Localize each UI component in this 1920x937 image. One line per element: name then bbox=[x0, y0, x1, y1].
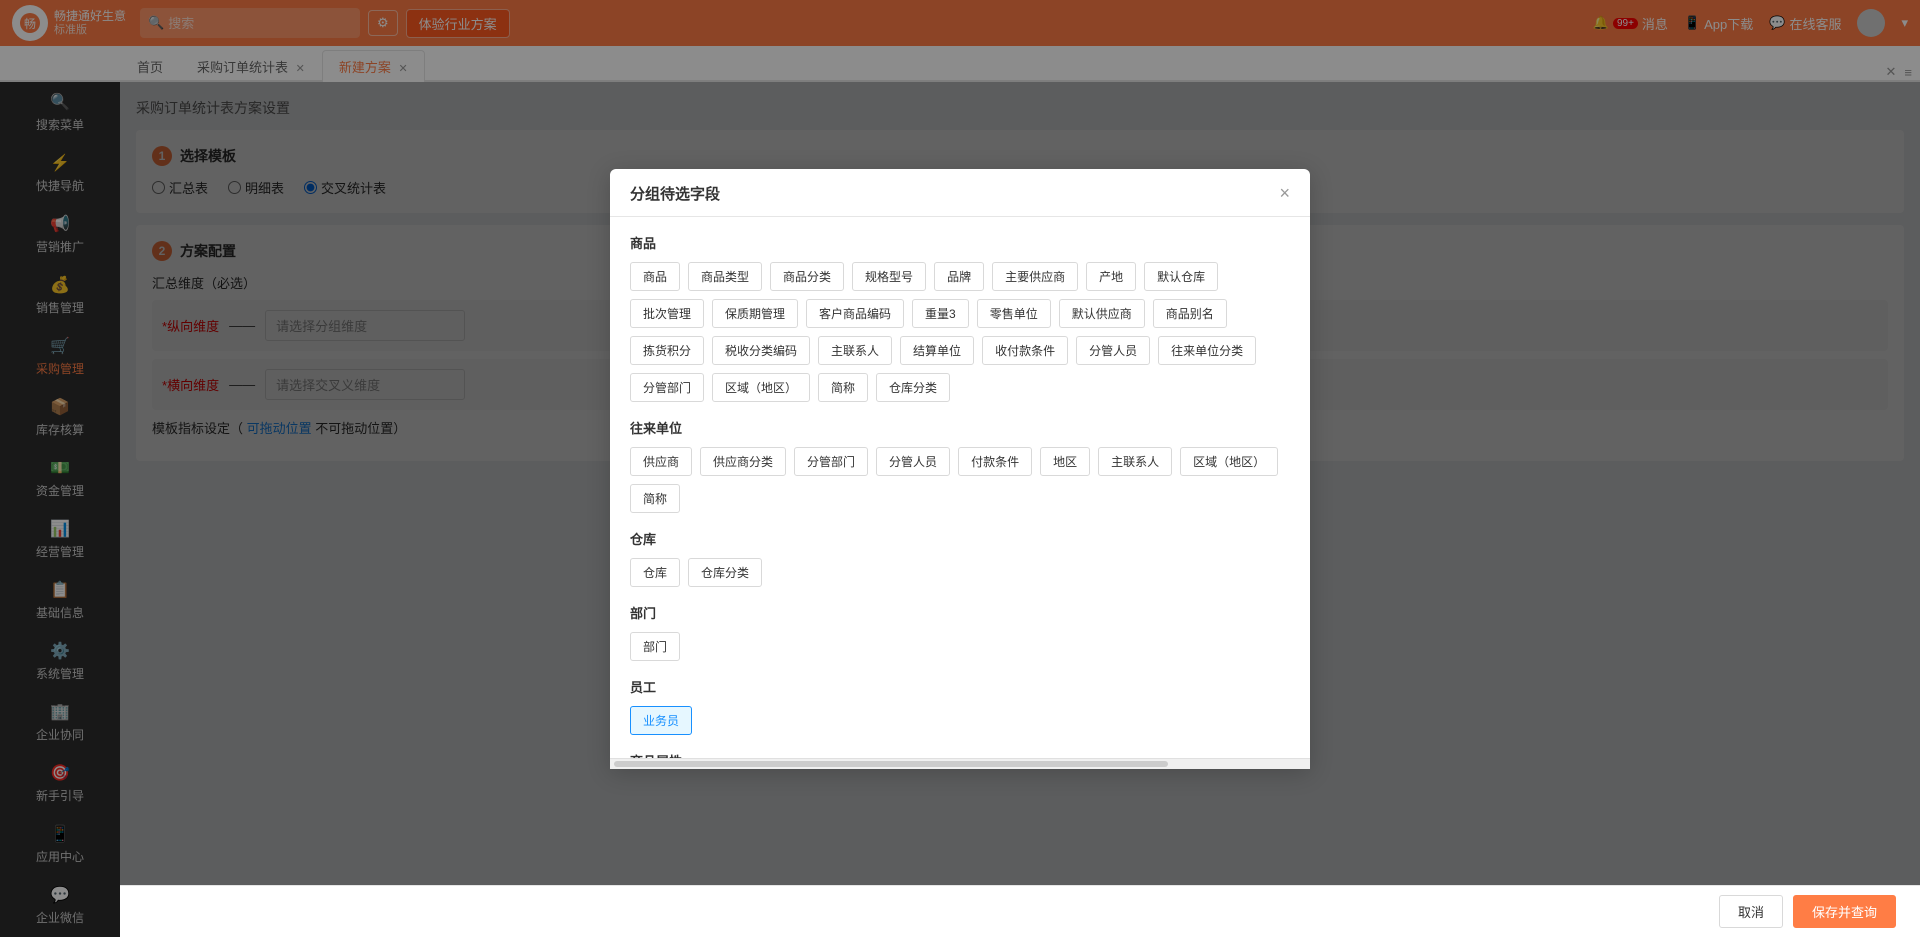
field-tag-short-name[interactable]: 简称 bbox=[818, 373, 868, 402]
field-tag-weight3[interactable]: 重量3 bbox=[912, 299, 969, 328]
field-tag-payment-cond[interactable]: 付款条件 bbox=[958, 447, 1032, 476]
field-tag-payment-terms[interactable]: 收付款条件 bbox=[982, 336, 1068, 365]
field-tag-short-name2[interactable]: 简称 bbox=[630, 484, 680, 513]
field-tag-region[interactable]: 区域（地区） bbox=[712, 373, 810, 402]
action-bar: 取消 保存并查询 bbox=[120, 885, 1920, 937]
field-select-dialog: 分组待选字段 × 商品商品商品类型商品分类规格型号品牌主要供应商产地默认仓库批次… bbox=[610, 169, 1310, 769]
field-tag-tax-code[interactable]: 税收分类编码 bbox=[712, 336, 810, 365]
field-tag-picking-points[interactable]: 拣货积分 bbox=[630, 336, 704, 365]
section-department: 部门部门 bbox=[630, 603, 1290, 661]
field-tag-settle-unit[interactable]: 结算单位 bbox=[900, 336, 974, 365]
field-tag-main-supplier[interactable]: 主要供应商 bbox=[992, 262, 1078, 291]
field-tag-default-warehouse[interactable]: 默认仓库 bbox=[1144, 262, 1218, 291]
field-tag-salesperson[interactable]: 业务员 bbox=[630, 706, 692, 735]
field-tag-dept-person[interactable]: 分管人员 bbox=[876, 447, 950, 476]
field-tag-dept-mgmt[interactable]: 分管部门 bbox=[630, 373, 704, 402]
section-employee: 员工业务员 bbox=[630, 677, 1290, 735]
field-tag-product-category[interactable]: 商品分类 bbox=[770, 262, 844, 291]
field-tag-region2[interactable]: 区域（地区） bbox=[1180, 447, 1278, 476]
dialog-header: 分组待选字段 × bbox=[610, 169, 1310, 217]
field-tag-area[interactable]: 地区 bbox=[1040, 447, 1090, 476]
field-tag-brand[interactable]: 品牌 bbox=[934, 262, 984, 291]
section-title-product-attr: 商品属性 bbox=[630, 751, 1290, 759]
field-tag-warehouse-cat[interactable]: 仓库分类 bbox=[688, 558, 762, 587]
dialog-overlay: 分组待选字段 × 商品商品商品类型商品分类规格型号品牌主要供应商产地默认仓库批次… bbox=[0, 0, 1920, 937]
field-tags-department: 部门 bbox=[630, 632, 1290, 661]
section-title-product: 商品 bbox=[630, 233, 1290, 252]
field-tag-product-alias[interactable]: 商品别名 bbox=[1153, 299, 1227, 328]
field-tag-contact[interactable]: 主联系人 bbox=[1098, 447, 1172, 476]
field-tag-product-type[interactable]: 商品类型 bbox=[688, 262, 762, 291]
section-product: 商品商品商品类型商品分类规格型号品牌主要供应商产地默认仓库批次管理保质期管理客户… bbox=[630, 233, 1290, 402]
field-tag-spec-type[interactable]: 规格型号 bbox=[852, 262, 926, 291]
dialog-body[interactable]: 商品商品商品类型商品分类规格型号品牌主要供应商产地默认仓库批次管理保质期管理客户… bbox=[610, 217, 1310, 759]
field-tag-batch-mgmt[interactable]: 批次管理 bbox=[630, 299, 704, 328]
field-tags-product: 商品商品类型商品分类规格型号品牌主要供应商产地默认仓库批次管理保质期管理客户商品… bbox=[630, 262, 1290, 402]
save-query-button[interactable]: 保存并查询 bbox=[1793, 895, 1896, 928]
section-warehouse: 仓库仓库仓库分类 bbox=[630, 529, 1290, 587]
section-title-warehouse: 仓库 bbox=[630, 529, 1290, 548]
section-title-partner: 往来单位 bbox=[630, 418, 1290, 437]
field-tag-warehouse-category[interactable]: 仓库分类 bbox=[876, 373, 950, 402]
section-product-attr: 商品属性属性颜色多规格尺码鞋码1 bbox=[630, 751, 1290, 759]
field-tag-dept[interactable]: 分管部门 bbox=[794, 447, 868, 476]
field-tag-product[interactable]: 商品 bbox=[630, 262, 680, 291]
field-tag-default-supplier[interactable]: 默认供应商 bbox=[1059, 299, 1145, 328]
section-title-department: 部门 bbox=[630, 603, 1290, 622]
h-scroll-thumb bbox=[614, 761, 1168, 767]
field-tag-supplier-category[interactable]: 供应商分类 bbox=[700, 447, 786, 476]
cancel-button[interactable]: 取消 bbox=[1719, 895, 1783, 928]
field-tag-dept-field[interactable]: 部门 bbox=[630, 632, 680, 661]
field-tags-warehouse: 仓库仓库分类 bbox=[630, 558, 1290, 587]
field-tag-origin[interactable]: 产地 bbox=[1086, 262, 1136, 291]
dialog-close-button[interactable]: × bbox=[1279, 184, 1290, 202]
horizontal-scrollbar[interactable] bbox=[610, 758, 1310, 768]
field-tags-employee: 业务员 bbox=[630, 706, 1290, 735]
field-tag-from-unit-category[interactable]: 往来单位分类 bbox=[1158, 336, 1256, 365]
field-tag-manager[interactable]: 分管人员 bbox=[1076, 336, 1150, 365]
field-tags-partner: 供应商供应商分类分管部门分管人员付款条件地区主联系人区域（地区） 简称 bbox=[630, 447, 1290, 513]
field-tag-quality-period[interactable]: 保质期管理 bbox=[712, 299, 798, 328]
field-tag-main-contact[interactable]: 主联系人 bbox=[818, 336, 892, 365]
field-tag-supplier[interactable]: 供应商 bbox=[630, 447, 692, 476]
field-tag-customer-code[interactable]: 客户商品编码 bbox=[806, 299, 904, 328]
section-title-employee: 员工 bbox=[630, 677, 1290, 696]
section-partner: 往来单位供应商供应商分类分管部门分管人员付款条件地区主联系人区域（地区） 简称 bbox=[630, 418, 1290, 513]
field-tag-retail-unit[interactable]: 零售单位 bbox=[977, 299, 1051, 328]
dialog-title: 分组待选字段 bbox=[630, 183, 720, 204]
field-tag-warehouse[interactable]: 仓库 bbox=[630, 558, 680, 587]
